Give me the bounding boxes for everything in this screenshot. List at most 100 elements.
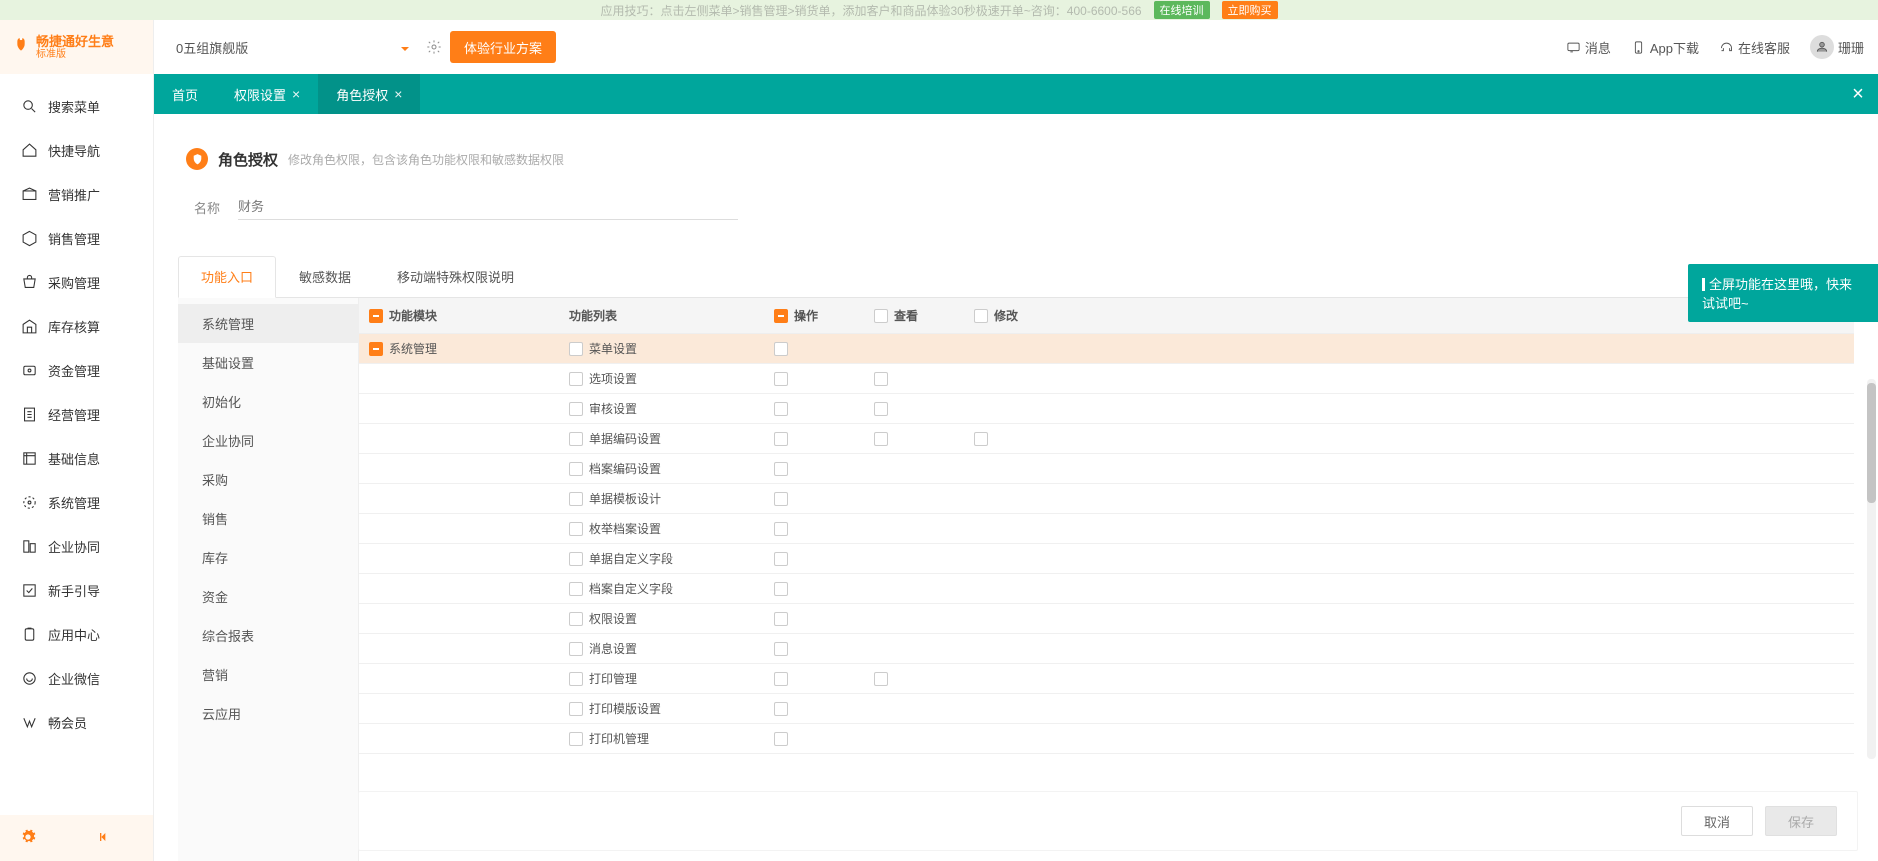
checkbox[interactable] (774, 552, 788, 566)
experience-button[interactable]: 体验行业方案 (450, 31, 556, 63)
sidebar-item-apps[interactable]: 应用中心 (0, 612, 153, 656)
category-item[interactable]: 库存 (178, 538, 358, 577)
checkbox-indeterminate[interactable] (369, 309, 383, 323)
checkbox[interactable] (774, 432, 788, 446)
checkbox[interactable] (774, 402, 788, 416)
close-icon[interactable]: × (292, 86, 300, 102)
checkbox[interactable] (774, 642, 788, 656)
subtab[interactable]: 功能入口 (178, 256, 276, 298)
sidebar-item-business[interactable]: 经营管理 (0, 392, 153, 436)
sidebar-item-collab[interactable]: 企业协同 (0, 524, 153, 568)
close-all-tabs-icon[interactable]: × (1838, 74, 1878, 114)
table-row: 权限设置 (359, 604, 1854, 634)
user-menu[interactable]: 珊珊 (1810, 35, 1864, 59)
tab-权限设置[interactable]: 权限设置× (216, 74, 318, 114)
footer-bar: 取消 保存 (358, 791, 1858, 851)
category-item[interactable]: 采购 (178, 460, 358, 499)
messages-button[interactable]: 消息 (1566, 38, 1611, 57)
checkbox[interactable] (774, 492, 788, 506)
sidebar-item-inventory[interactable]: 库存核算 (0, 304, 153, 348)
checkbox[interactable] (874, 432, 888, 446)
basic-icon (20, 449, 38, 467)
sidebar-item-basic[interactable]: 基础信息 (0, 436, 153, 480)
tab-label: 角色授权 (336, 85, 388, 104)
category-item[interactable]: 销售 (178, 499, 358, 538)
category-item[interactable]: 综合报表 (178, 616, 358, 655)
category-item[interactable]: 系统管理 (178, 304, 358, 343)
sidebar-item-purchase[interactable]: 采购管理 (0, 260, 153, 304)
online-service-button[interactable]: 在线客服 (1719, 38, 1790, 57)
checkbox[interactable] (774, 342, 788, 356)
subtab[interactable]: 移动端特殊权限说明 (374, 256, 537, 297)
sidebar-item-marketing[interactable]: 营销推广 (0, 172, 153, 216)
scrollbar[interactable] (1867, 379, 1876, 759)
sidebar-item-funds[interactable]: 资金管理 (0, 348, 153, 392)
checkbox[interactable] (569, 342, 583, 356)
org-selector[interactable]: 0五组旗舰版 (168, 31, 418, 63)
checkbox-indeterminate[interactable] (369, 342, 383, 356)
checkbox[interactable] (569, 672, 583, 686)
logo[interactable]: 畅捷通好生意 标准版 (0, 20, 153, 74)
category-item[interactable]: 初始化 (178, 382, 358, 421)
checkbox[interactable] (874, 309, 888, 323)
sidebar-item-quicknav[interactable]: 快捷导航 (0, 128, 153, 172)
scrollbar-thumb[interactable] (1867, 383, 1876, 503)
checkbox[interactable] (569, 702, 583, 716)
checkbox[interactable] (774, 672, 788, 686)
checkbox[interactable] (569, 552, 583, 566)
sidebar-item-search[interactable]: 搜索菜单 (0, 84, 153, 128)
tab-首页[interactable]: 首页 (154, 74, 216, 114)
name-field[interactable]: 财务 (238, 194, 738, 220)
checkbox[interactable] (974, 309, 988, 323)
sidebar-item-guide[interactable]: 新手引导 (0, 568, 153, 612)
promo-buy-button[interactable]: 立即购买 (1222, 1, 1278, 19)
checkbox[interactable] (569, 612, 583, 626)
checkbox[interactable] (774, 522, 788, 536)
category-item[interactable]: 企业协同 (178, 421, 358, 460)
checkbox[interactable] (774, 462, 788, 476)
sidebar-item-sales[interactable]: 销售管理 (0, 216, 153, 260)
checkbox[interactable] (569, 642, 583, 656)
close-icon[interactable]: × (394, 86, 402, 102)
category-item[interactable]: 云应用 (178, 694, 358, 733)
cell-list: 档案自定义字段 (589, 580, 673, 597)
checkbox[interactable] (874, 372, 888, 386)
collapse-icon[interactable] (96, 829, 112, 848)
gear-icon[interactable] (426, 39, 442, 55)
checkbox[interactable] (569, 372, 583, 386)
checkbox[interactable] (774, 732, 788, 746)
sidebar-item-system[interactable]: 系统管理 (0, 480, 153, 524)
settings-icon[interactable] (20, 829, 36, 848)
sidebar-item-member[interactable]: 畅会员 (0, 700, 153, 744)
checkbox[interactable] (569, 462, 583, 476)
checkbox[interactable] (974, 432, 988, 446)
page-desc: 修改角色权限，包含该角色功能权限和敏感数据权限 (288, 151, 564, 168)
category-item[interactable]: 基础设置 (178, 343, 358, 382)
subtab[interactable]: 敏感数据 (276, 256, 374, 297)
category-list: 系统管理基础设置初始化企业协同采购销售库存资金综合报表营销云应用 (178, 298, 358, 861)
checkbox-indeterminate[interactable] (774, 309, 788, 323)
checkbox[interactable] (774, 702, 788, 716)
category-item[interactable]: 营销 (178, 655, 358, 694)
app-download-button[interactable]: App下载 (1631, 38, 1699, 57)
checkbox[interactable] (874, 672, 888, 686)
checkbox[interactable] (774, 582, 788, 596)
sidebar-item-label: 系统管理 (48, 493, 100, 512)
checkbox[interactable] (569, 432, 583, 446)
promo-train-button[interactable]: 在线培训 (1154, 1, 1210, 19)
subtabs: 功能入口敏感数据移动端特殊权限说明 (178, 256, 1854, 298)
fullscreen-callout[interactable]: 全屏功能在这里哦，快来试试吧~ (1688, 264, 1878, 322)
sidebar-item-wework[interactable]: 企业微信 (0, 656, 153, 700)
checkbox[interactable] (569, 402, 583, 416)
checkbox[interactable] (774, 372, 788, 386)
checkbox[interactable] (774, 612, 788, 626)
category-item[interactable]: 资金 (178, 577, 358, 616)
cancel-button[interactable]: 取消 (1681, 806, 1753, 836)
checkbox[interactable] (569, 582, 583, 596)
checkbox[interactable] (569, 492, 583, 506)
checkbox[interactable] (874, 402, 888, 416)
tab-角色授权[interactable]: 角色授权 × (318, 74, 420, 114)
checkbox[interactable] (569, 522, 583, 536)
checkbox[interactable] (569, 732, 583, 746)
cell-list: 枚举档案设置 (589, 520, 661, 537)
